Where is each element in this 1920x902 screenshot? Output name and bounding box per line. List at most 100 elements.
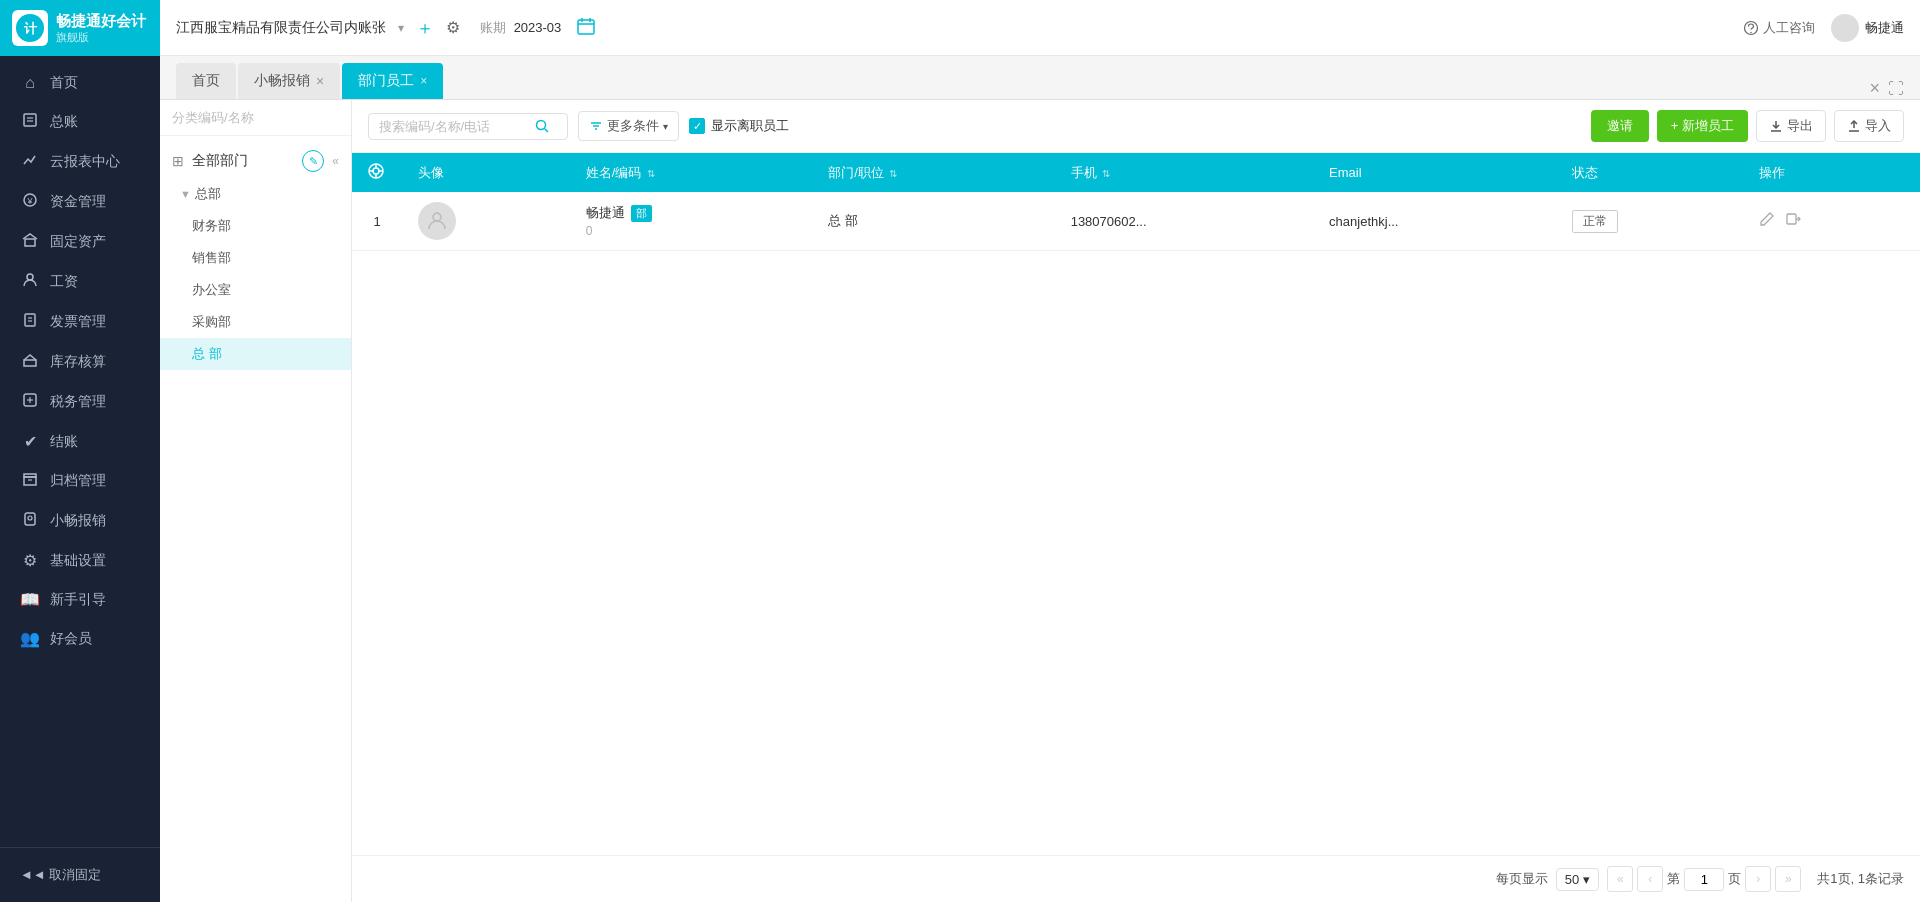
nav-tax[interactable]: 税务管理	[0, 382, 160, 422]
tab-xiaochang[interactable]: 小畅报销 ×	[238, 63, 340, 99]
nav-settings[interactable]: ⚙ 基础设置	[0, 541, 160, 580]
col-settings[interactable]	[352, 153, 402, 192]
col-name[interactable]: 姓名/编码 ⇅	[570, 153, 813, 192]
nav-xiaochang[interactable]: 小畅报销	[0, 501, 160, 541]
svg-text:¥: ¥	[26, 196, 33, 206]
invite-button[interactable]: 邀请	[1591, 110, 1649, 142]
show-resigned-checkbox[interactable]: ✓	[689, 118, 705, 134]
nav-payroll[interactable]: 工资	[0, 262, 160, 302]
per-page-value: 50	[1565, 872, 1579, 887]
calendar-icon[interactable]	[577, 17, 595, 39]
nav-inventory[interactable]: 库存核算	[0, 342, 160, 382]
show-resigned-label: 显示离职员工	[711, 117, 789, 135]
import-label: 导入	[1865, 117, 1891, 135]
topbar: 江西服宝精品有限责任公司内账张 ▾ ＋ ⚙ 账期 2023-03 人工咨询 畅捷…	[160, 0, 1920, 56]
svg-rect-12	[24, 360, 36, 366]
dept-search-input[interactable]	[172, 110, 340, 125]
dept-edit-icon[interactable]: ✎	[302, 150, 324, 172]
tab-dept-close[interactable]: ×	[420, 74, 427, 88]
svg-text:计: 计	[24, 21, 38, 36]
tab-home[interactable]: 首页	[176, 63, 236, 99]
prev-page-button[interactable]: ‹	[1637, 866, 1663, 892]
nav-reports[interactable]: 云报表中心	[0, 142, 160, 182]
nav-close-accounts[interactable]: ✔ 结账	[0, 422, 160, 461]
inventory-icon	[20, 352, 40, 372]
row-name: 畅捷通 部 0	[570, 192, 813, 251]
close-window-icon[interactable]: ×	[1869, 78, 1880, 99]
guide-icon: 📖	[20, 590, 40, 609]
nav-guide[interactable]: 📖 新手引导	[0, 580, 160, 619]
nav-home[interactable]: ⌂ 首页	[0, 64, 160, 102]
last-page-button[interactable]: »	[1775, 866, 1801, 892]
dept-item-caigou[interactable]: 采购部	[160, 306, 351, 338]
export-button[interactable]: 导出	[1756, 110, 1826, 142]
nav-general-ledger[interactable]: 总账	[0, 102, 160, 142]
dept-all-header[interactable]: ⊞ 全部部门 ✎ «	[160, 144, 351, 178]
user-avatar	[1831, 14, 1859, 42]
table-row: 1 畅捷通 部 0	[352, 192, 1920, 251]
logo-subtitle: 旗舰版	[56, 30, 146, 45]
dept-item-xiaoshou[interactable]: 销售部	[160, 242, 351, 274]
tab-dept-employee[interactable]: 部门员工 ×	[342, 63, 443, 99]
nav-member[interactable]: 👥 好会员	[0, 619, 160, 658]
nav-close-accounts-label: 结账	[50, 433, 78, 451]
first-page-button[interactable]: «	[1607, 866, 1633, 892]
logo-text-block: 畅捷通好会计 旗舰版	[56, 12, 146, 45]
svg-rect-17	[24, 474, 36, 477]
col-dept[interactable]: 部门/职位 ⇅	[812, 153, 1055, 192]
svg-line-30	[545, 129, 549, 133]
page-suffix: 页	[1728, 870, 1741, 888]
next-page-button[interactable]: ›	[1745, 866, 1771, 892]
nav-archive[interactable]: 归档管理	[0, 461, 160, 501]
tab-xiaochang-close[interactable]: ×	[316, 73, 324, 89]
add-icon[interactable]: ＋	[416, 16, 434, 40]
unpin-button[interactable]: ◄◄ 取消固定	[0, 858, 160, 892]
dept-item-zongbu-active[interactable]: 总 部	[160, 338, 351, 370]
edit-employee-icon[interactable]	[1759, 211, 1775, 231]
svg-point-36	[373, 168, 379, 174]
dept-label-caiwu: 财务部	[192, 217, 231, 235]
add-employee-button[interactable]: + 新增员工	[1657, 110, 1748, 142]
nav-invoice[interactable]: 发票管理	[0, 302, 160, 342]
nav-home-label: 首页	[50, 74, 78, 92]
tab-xiaochang-label: 小畅报销	[254, 72, 310, 90]
logout-employee-icon[interactable]	[1785, 211, 1801, 231]
dept-item-caiwu[interactable]: 财务部	[160, 210, 351, 242]
employee-search-icon[interactable]	[535, 119, 549, 133]
page-input[interactable]	[1684, 868, 1724, 891]
logo: 计 畅捷通好会计 旗舰版	[0, 0, 160, 56]
maximize-icon[interactable]: ⛶	[1888, 80, 1904, 98]
dept-collapse-button[interactable]: «	[332, 154, 339, 168]
col-phone[interactable]: 手机 ⇅	[1055, 153, 1313, 192]
support-button[interactable]: 人工咨询	[1743, 19, 1815, 37]
filter-button[interactable]: 更多条件 ▾	[578, 111, 679, 141]
per-page-select[interactable]: 50 ▾	[1556, 868, 1599, 891]
import-button[interactable]: 导入	[1834, 110, 1904, 142]
employee-search-input[interactable]	[379, 119, 529, 134]
nav-payroll-label: 工资	[50, 273, 78, 291]
nav-tax-label: 税务管理	[50, 393, 106, 411]
tab-right-actions: × ⛶	[1869, 78, 1904, 99]
row-dept: 总 部	[812, 192, 1055, 251]
nav-fixed-assets[interactable]: 固定资产	[0, 222, 160, 262]
dropdown-arrow-icon[interactable]: ▾	[398, 21, 404, 35]
tab-home-label: 首页	[192, 72, 220, 90]
show-resigned-option[interactable]: ✓ 显示离职员工	[689, 117, 789, 135]
company-name: 江西服宝精品有限责任公司内账张	[176, 19, 386, 37]
dept-item-bangong[interactable]: 办公室	[160, 274, 351, 306]
gear-icon[interactable]: ⚙	[446, 18, 460, 37]
settings-icon: ⚙	[20, 551, 40, 570]
dept-parent-zongbu[interactable]: ▼ 总部	[160, 178, 351, 210]
employee-dept-badge: 部	[631, 205, 652, 222]
xiaochang-icon	[20, 511, 40, 531]
user-menu[interactable]: 畅捷通	[1831, 14, 1904, 42]
svg-rect-43	[1787, 214, 1796, 224]
svg-point-20	[28, 516, 32, 520]
nav-funds[interactable]: ¥ 资金管理	[0, 182, 160, 222]
nav-menu: ⌂ 首页 总账 云报表中心 ¥ 资金管理 固定资产	[0, 56, 160, 847]
user-name: 畅捷通	[1865, 19, 1904, 37]
page-label: 第	[1667, 870, 1680, 888]
logo-title: 畅捷通好会计	[56, 12, 146, 30]
nav-ledger-label: 总账	[50, 113, 78, 131]
support-label: 人工咨询	[1763, 19, 1815, 37]
